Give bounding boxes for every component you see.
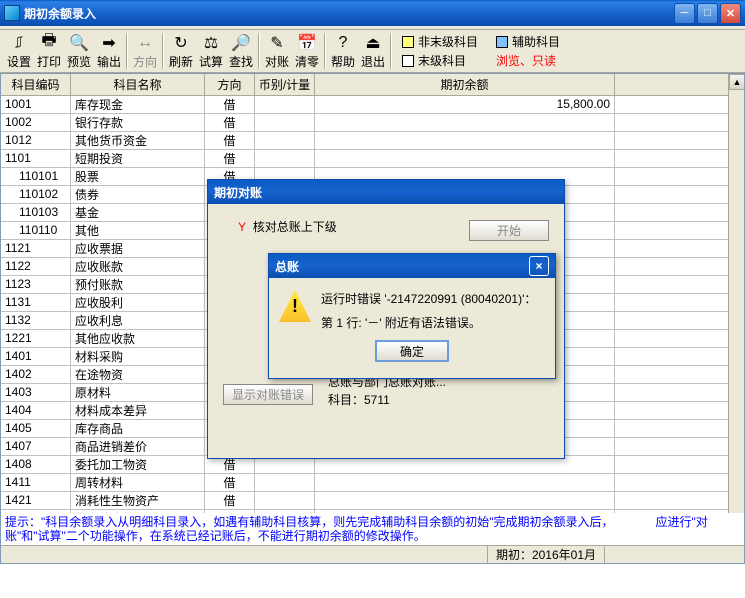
col-cur[interactable]: 币别/计量 <box>255 74 315 95</box>
scroll-up-button[interactable]: ▲ <box>729 74 745 90</box>
table-row[interactable]: 1101短期投资借 <box>1 150 744 168</box>
col-bal[interactable]: 期初余额 <box>315 74 615 95</box>
toolbar-输出[interactable]: ➡输出 <box>94 31 124 71</box>
error-msg-line1: 运行时错误 '-2147220991 (80040201)'： <box>321 290 536 308</box>
toolbar-对账[interactable]: ✎对账 <box>262 31 292 71</box>
scrollbar-vertical[interactable]: ▲ ▼ <box>728 74 744 529</box>
legend-readonly: 浏览、只读 <box>496 52 556 69</box>
titlebar: 期初余额录入 ─ □ ✕ <box>0 0 745 26</box>
toolbar-预览[interactable]: 🔍预览 <box>64 31 94 71</box>
legend-leaf: 末级科目 <box>418 52 466 69</box>
toolbar-查找[interactable]: 🔎查找 <box>226 31 256 71</box>
window-title: 期初余额录入 <box>24 5 96 22</box>
toolbar-清零[interactable]: 📅清零 <box>292 31 322 71</box>
app-icon <box>4 5 20 21</box>
toolbar-帮助[interactable]: ?帮助 <box>328 31 358 71</box>
toolbar-设置[interactable]: ⎎设置 <box>4 31 34 71</box>
minimize-button[interactable]: ─ <box>674 3 695 24</box>
grid-header: 科目编码 科目名称 方向 币别/计量 期初余额 <box>1 74 744 96</box>
maximize-button[interactable]: □ <box>697 3 718 24</box>
dialog-error: 总账 × 运行时错误 '-2147220991 (80040201)'： 第 1… <box>268 253 556 379</box>
col-dir[interactable]: 方向 <box>205 74 255 95</box>
close-button[interactable]: ✕ <box>720 3 741 24</box>
warning-icon <box>279 290 311 322</box>
flag-y: Y <box>238 220 246 234</box>
legend-aux: 辅助科目 <box>512 33 560 50</box>
show-errors-button[interactable]: 显示对账错误 <box>223 384 313 405</box>
toolbar-刷新[interactable]: ↻刷新 <box>166 31 196 71</box>
table-row[interactable]: 1002银行存款借 <box>1 114 744 132</box>
reconcile-line3: 科目：5711 <box>328 391 390 408</box>
table-row[interactable]: 1411周转材料借 <box>1 474 744 492</box>
table-row[interactable]: 1421消耗性生物资产借 <box>1 492 744 510</box>
toolbar-退出[interactable]: ⏏退出 <box>358 31 388 71</box>
toolbar-方向[interactable]: ↔方向 <box>130 31 160 71</box>
legend: 非末级科目 辅助科目 末级科目 浏览、只读 <box>402 33 560 69</box>
ok-button[interactable]: 确定 <box>375 340 449 362</box>
dialog-reconcile-title[interactable]: 期初对账 <box>208 180 564 204</box>
start-button[interactable]: 开始 <box>469 220 549 241</box>
table-row[interactable]: 1001库存现金借15,800.00 <box>1 96 744 114</box>
legend-nonleaf: 非末级科目 <box>418 33 478 50</box>
error-msg-line2: 第 1 行: '－' 附近有语法错误。 <box>321 314 536 332</box>
hint-text: 提示："科目余额录入从明细科目录入，如遇有辅助科目核算，则先完成辅助科目余额的初… <box>1 513 744 545</box>
col-code[interactable]: 科目编码 <box>1 74 71 95</box>
col-name[interactable]: 科目名称 <box>71 74 205 95</box>
table-row[interactable]: 1012其他货币资金借 <box>1 132 744 150</box>
dialog-close-button[interactable]: × <box>529 256 549 276</box>
dialog-error-title[interactable]: 总账 × <box>269 254 555 278</box>
statusbar: 期初：2016年01月 <box>1 545 744 563</box>
period-value: 2016年01月 <box>532 546 596 563</box>
period-label: 期初： <box>496 546 532 563</box>
toolbar: ⎎设置🖶打印🔍预览➡输出↔方向↻刷新⚖试算🔎查找✎对账📅清零?帮助⏏退出 非末级… <box>0 30 745 73</box>
toolbar-试算[interactable]: ⚖试算 <box>196 31 226 71</box>
reconcile-status: 核对总账上下级 <box>253 220 337 234</box>
toolbar-打印[interactable]: 🖶打印 <box>34 31 64 71</box>
